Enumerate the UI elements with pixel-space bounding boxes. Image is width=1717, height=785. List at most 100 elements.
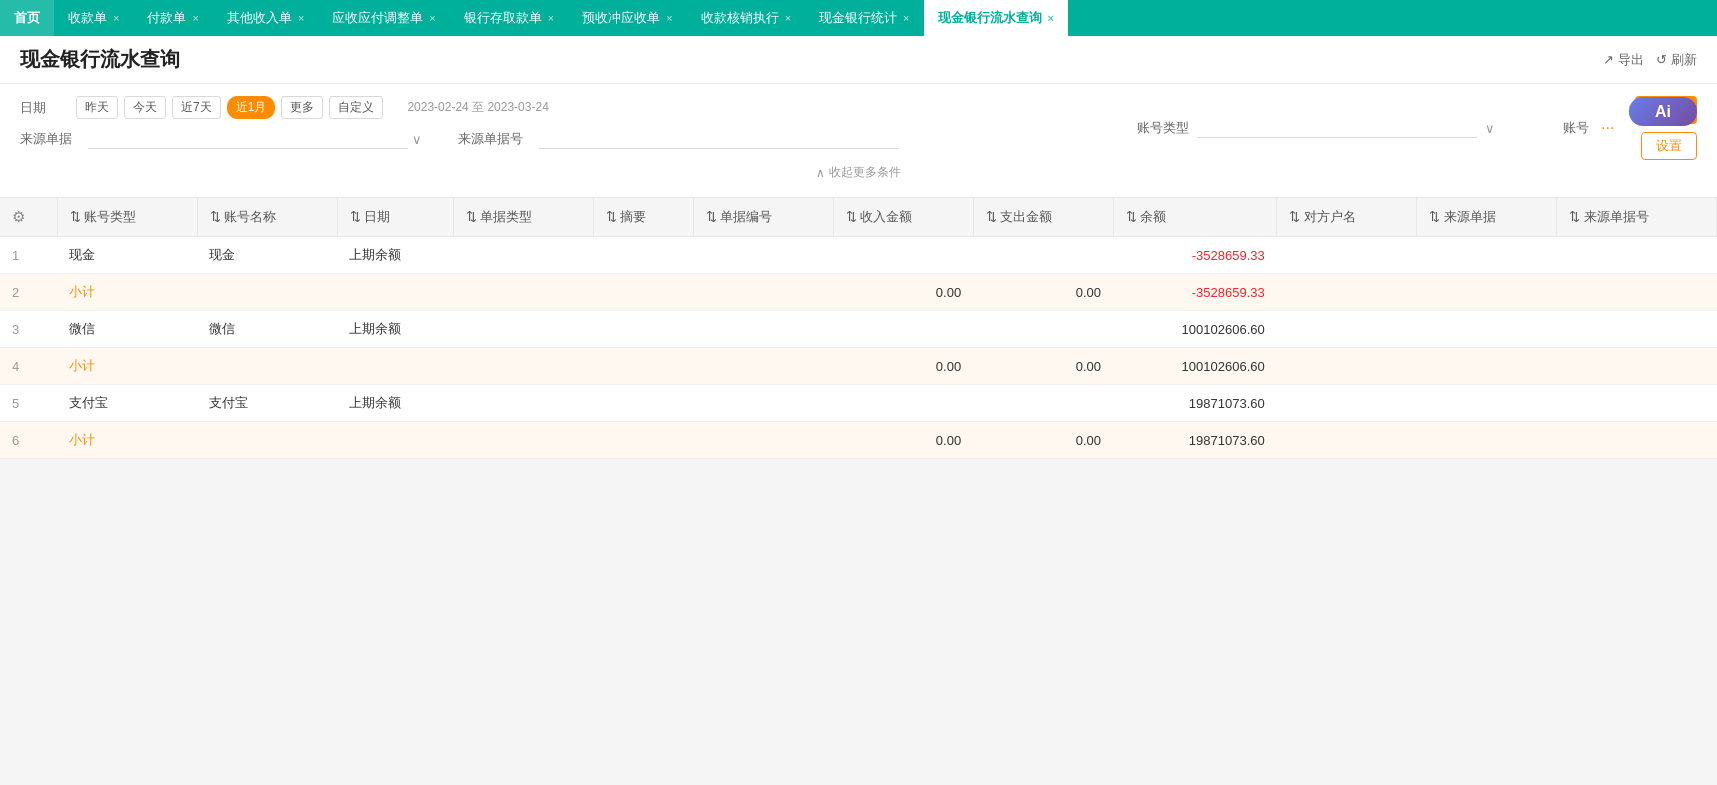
col-counterpart[interactable]: ⇅ 对方户名 xyxy=(1277,198,1417,237)
account-dots[interactable]: ··· xyxy=(1601,119,1614,137)
row-doc-no xyxy=(693,348,833,385)
close-icon[interactable]: × xyxy=(666,0,672,36)
row-account-type: 小计 xyxy=(57,422,197,459)
row-doc-no xyxy=(693,422,833,459)
table-row[interactable]: 6 小计 0.00 0.00 19871073.60 xyxy=(0,422,1717,459)
date-label: 日期 xyxy=(20,99,60,117)
col-source-doc-no[interactable]: ⇅ 来源单据号 xyxy=(1557,198,1717,237)
row-balance: 19871073.60 xyxy=(1113,422,1277,459)
col-doc-type[interactable]: ⇅ 单据类型 xyxy=(453,198,593,237)
row-num: 2 xyxy=(0,274,57,311)
account-type-input[interactable] xyxy=(1197,118,1477,138)
nav-tab-bank-stats[interactable]: 现金银行统计 × xyxy=(805,0,923,36)
page-title: 现金银行流水查询 xyxy=(20,46,180,73)
row-counterpart xyxy=(1277,422,1417,459)
settings-button[interactable]: 设置 xyxy=(1641,132,1697,160)
nav-tab-receipts[interactable]: 收款单 × xyxy=(54,0,133,36)
col-doc-no[interactable]: ⇅ 单据编号 xyxy=(693,198,833,237)
collapse-bar[interactable]: ∧ 收起更多条件 xyxy=(20,160,1697,189)
row-balance: -3528659.33 xyxy=(1113,274,1277,311)
col-summary[interactable]: ⇅ 摘要 xyxy=(593,198,693,237)
row-doc-type xyxy=(453,311,593,348)
close-icon[interactable]: × xyxy=(1048,0,1054,36)
nav-tab-prepayments[interactable]: 预收冲应收单 × xyxy=(568,0,686,36)
source-doc-no-input[interactable] xyxy=(539,129,899,149)
row-account-name xyxy=(197,422,337,459)
source-doc-input[interactable] xyxy=(88,129,408,149)
source-doc-no-select xyxy=(539,129,899,149)
col-date[interactable]: ⇅ 日期 xyxy=(337,198,453,237)
row-source-doc-no xyxy=(1557,311,1717,348)
close-icon[interactable]: × xyxy=(785,0,791,36)
row-balance: -3528659.33 xyxy=(1113,237,1277,274)
row-counterpart xyxy=(1277,348,1417,385)
nav-tab-bank-deposits[interactable]: 银行存取款单 × xyxy=(450,0,568,36)
nav-tab-bank-flow[interactable]: 现金银行流水查询 × xyxy=(924,0,1068,36)
row-doc-no xyxy=(693,274,833,311)
row-counterpart xyxy=(1277,311,1417,348)
row-counterpart xyxy=(1277,385,1417,422)
col-account-type[interactable]: ⇅ 账号类型 xyxy=(57,198,197,237)
row-date: 上期余额 xyxy=(337,385,453,422)
close-icon[interactable]: × xyxy=(903,0,909,36)
col-account-name[interactable]: ⇅ 账号名称 xyxy=(197,198,337,237)
table-row[interactable]: 1 现金 现金 上期余额 -3528659.33 xyxy=(0,237,1717,274)
row-income xyxy=(833,311,973,348)
date-custom[interactable]: 自定义 xyxy=(329,96,383,119)
row-num: 3 xyxy=(0,311,57,348)
date-more[interactable]: 更多 xyxy=(281,96,323,119)
col-source-doc[interactable]: ⇅ 来源单据 xyxy=(1417,198,1557,237)
account-type-filter: 账号类型 ∨ xyxy=(1137,118,1495,138)
nav-home[interactable]: 首页 xyxy=(0,0,54,36)
date-range: 2023-02-24 至 2023-03-24 xyxy=(407,99,548,116)
chevron-down-icon[interactable]: ∨ xyxy=(412,132,422,147)
col-expense[interactable]: ⇅ 支出金额 xyxy=(973,198,1113,237)
row-source-doc-no xyxy=(1557,385,1717,422)
nav-tab-verification[interactable]: 收款核销执行 × xyxy=(687,0,805,36)
gear-icon[interactable]: ⚙ xyxy=(12,208,25,225)
row-doc-no xyxy=(693,311,833,348)
refresh-button[interactable]: ↺ 刷新 xyxy=(1656,51,1697,69)
close-icon[interactable]: × xyxy=(113,0,119,36)
nav-tab-other-income[interactable]: 其他收入单 × xyxy=(213,0,318,36)
table-container: ⚙ ⇅ 账号类型 ⇅ 账号名称 ⇅ 日期 ⇅ 单据类型 ⇅ 摘要 ⇅ 单据编号 … xyxy=(0,198,1717,459)
row-source-doc-no xyxy=(1557,274,1717,311)
nav-tab-payments[interactable]: 付款单 × xyxy=(133,0,212,36)
row-source-doc xyxy=(1417,385,1557,422)
source-doc-label: 来源单据 xyxy=(20,130,72,148)
table-row[interactable]: 2 小计 0.00 0.00 -3528659.33 xyxy=(0,274,1717,311)
row-num: 6 xyxy=(0,422,57,459)
date-1month[interactable]: 近1月 xyxy=(227,96,276,119)
row-doc-no xyxy=(693,237,833,274)
nav-tab-adjustments[interactable]: 应收应付调整单 × xyxy=(318,0,449,36)
close-icon[interactable]: × xyxy=(298,0,304,36)
row-counterpart xyxy=(1277,237,1417,274)
source-filter-row: 来源单据 ∨ 来源单据号 xyxy=(20,129,1137,149)
row-summary xyxy=(593,348,693,385)
table-row[interactable]: 3 微信 微信 上期余额 100102606.60 xyxy=(0,311,1717,348)
col-income[interactable]: ⇅ 收入金额 xyxy=(833,198,973,237)
ai-badge[interactable]: Ai xyxy=(1629,97,1697,126)
col-balance[interactable]: ⇅ 余额 xyxy=(1113,198,1277,237)
close-icon[interactable]: × xyxy=(429,0,435,36)
row-account-type: 现金 xyxy=(57,237,197,274)
row-expense: 0.00 xyxy=(973,274,1113,311)
row-num: 4 xyxy=(0,348,57,385)
chevron-down-icon-2[interactable]: ∨ xyxy=(1485,121,1495,136)
row-date: 上期余额 xyxy=(337,237,453,274)
row-account-name: 支付宝 xyxy=(197,385,337,422)
row-balance: 19871073.60 xyxy=(1113,385,1277,422)
row-doc-no xyxy=(693,385,833,422)
date-7days[interactable]: 近7天 xyxy=(172,96,221,119)
row-source-doc xyxy=(1417,348,1557,385)
close-icon[interactable]: × xyxy=(192,0,198,36)
row-account-type: 支付宝 xyxy=(57,385,197,422)
date-today[interactable]: 今天 xyxy=(124,96,166,119)
export-button[interactable]: ↗ 导出 xyxy=(1603,51,1644,69)
table-row[interactable]: 5 支付宝 支付宝 上期余额 19871073.60 xyxy=(0,385,1717,422)
table-row[interactable]: 4 小计 0.00 0.00 100102606.60 xyxy=(0,348,1717,385)
date-yesterday[interactable]: 昨天 xyxy=(76,96,118,119)
row-expense: 0.00 xyxy=(973,422,1113,459)
close-icon[interactable]: × xyxy=(548,0,554,36)
row-expense xyxy=(973,311,1113,348)
